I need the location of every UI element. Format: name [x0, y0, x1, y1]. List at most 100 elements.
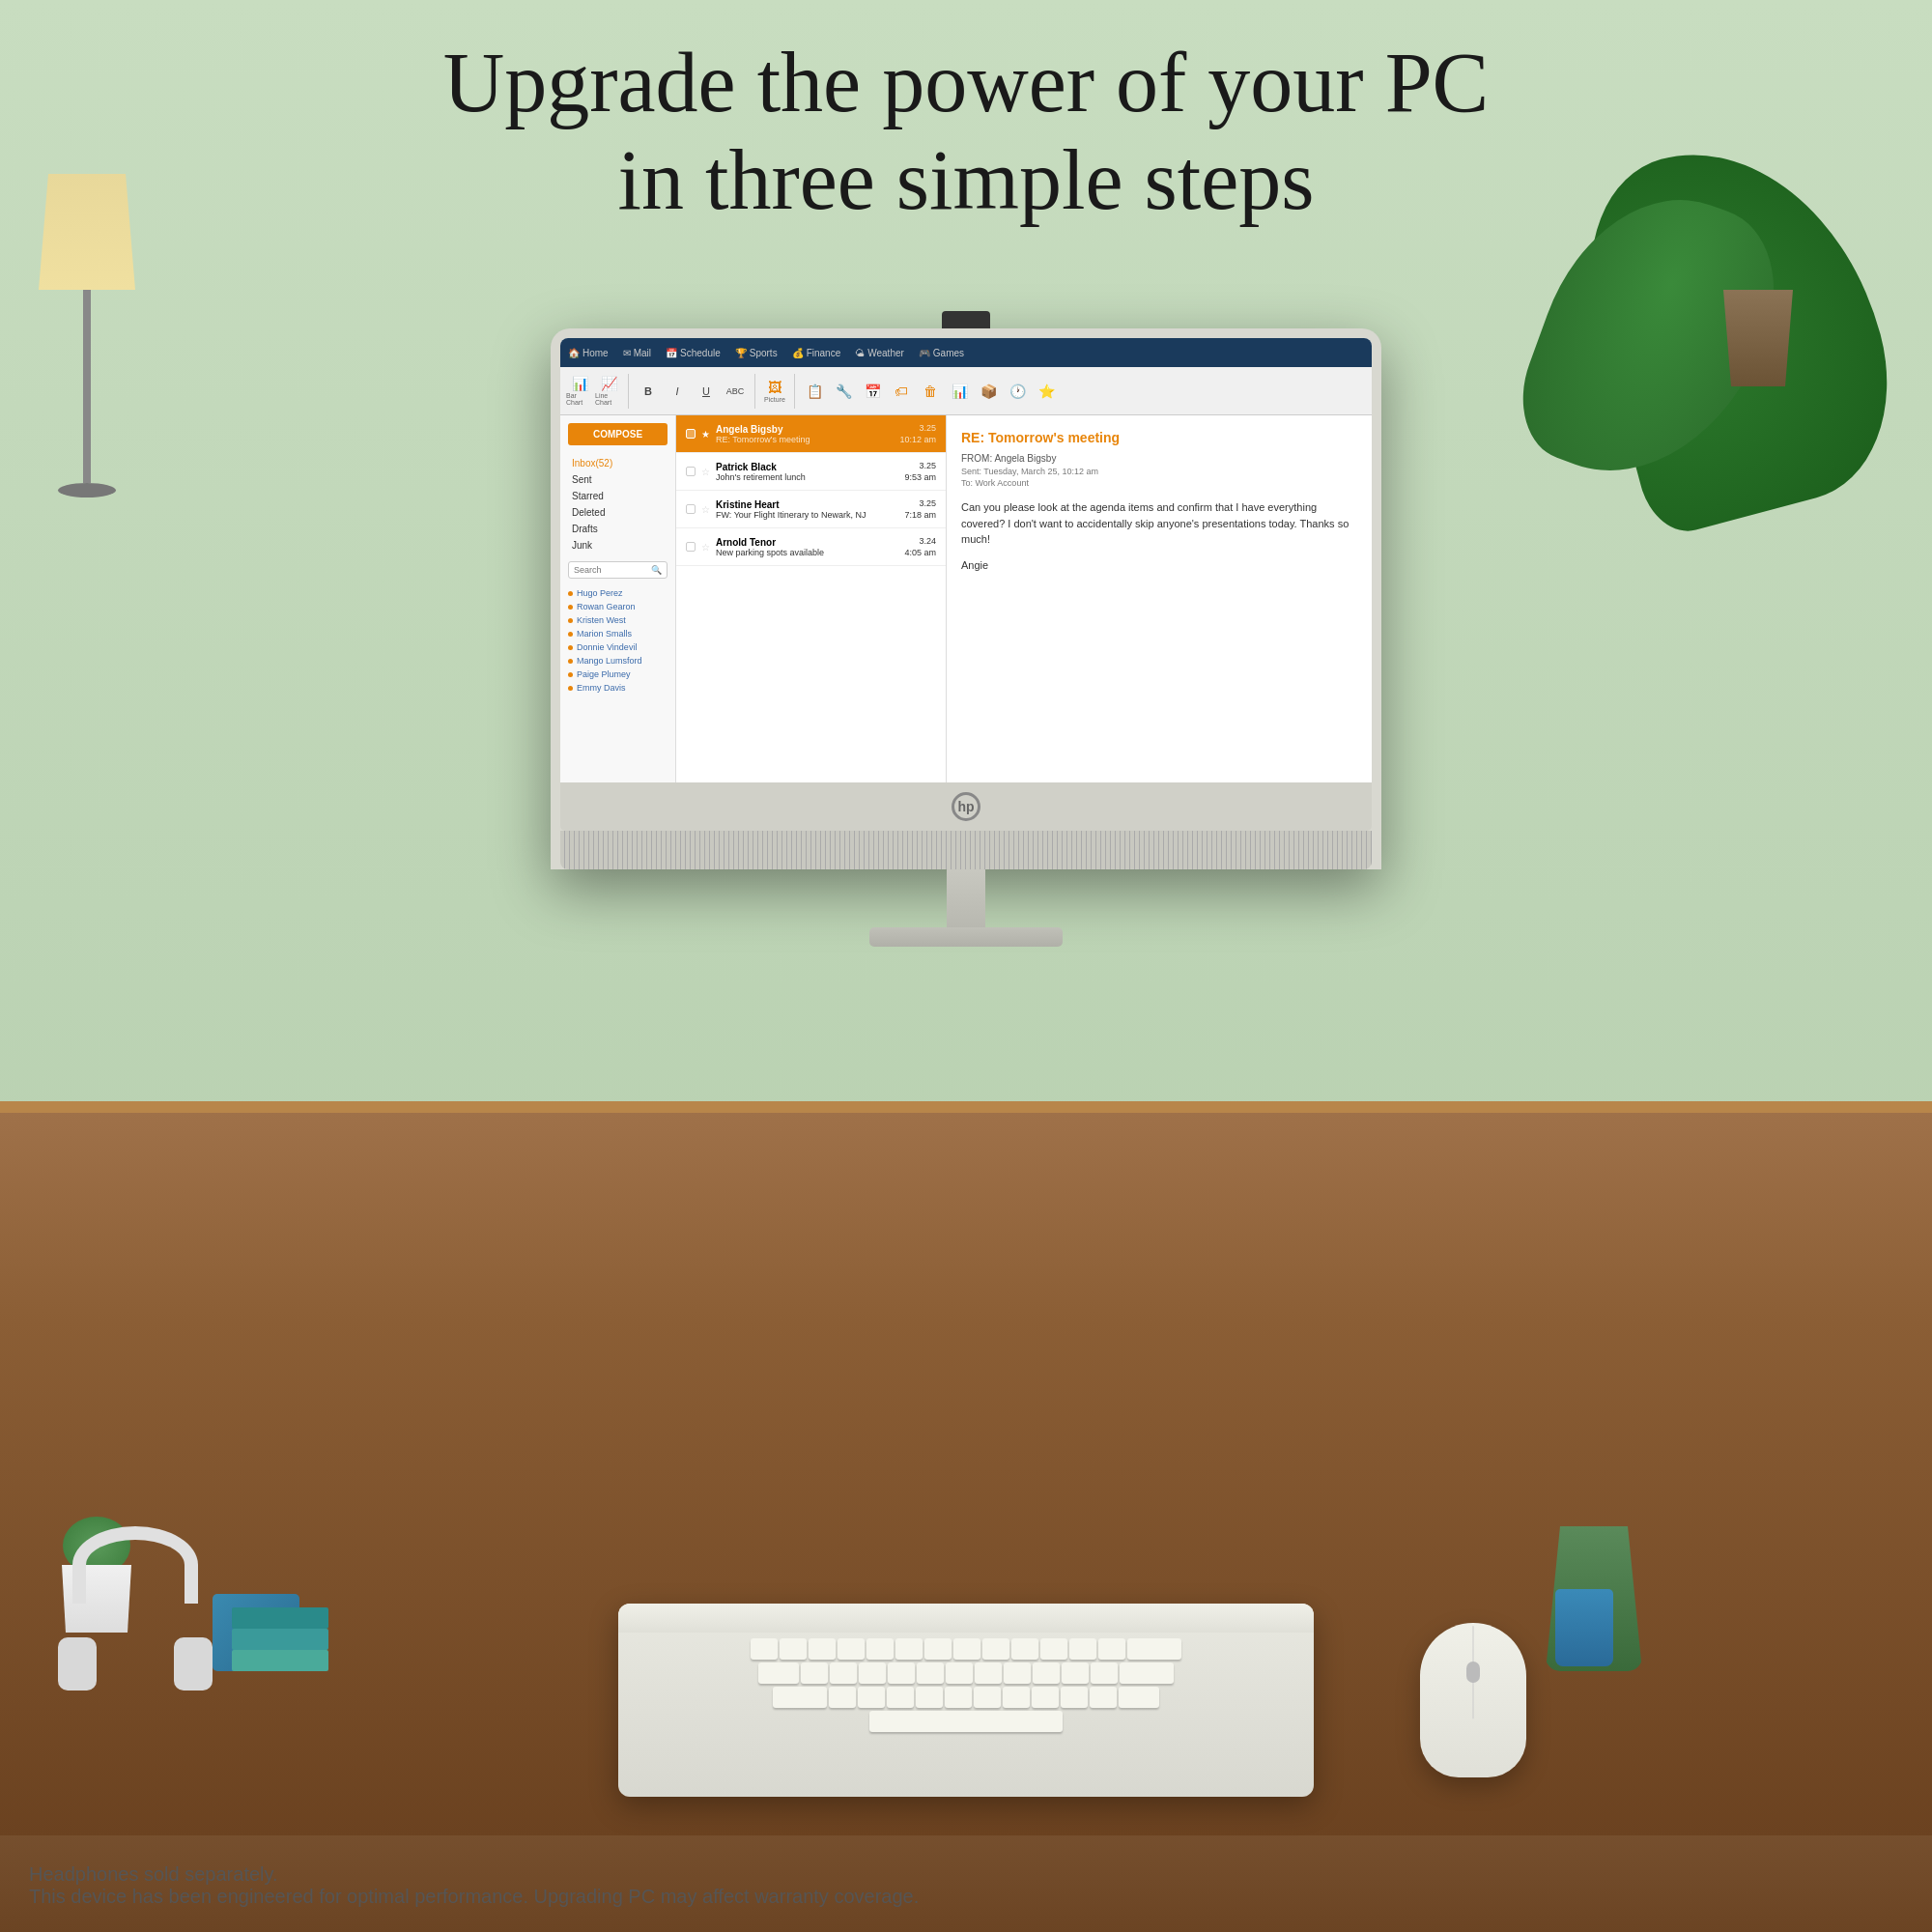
- nav-item-sports[interactable]: 🏆 Sports: [735, 348, 778, 358]
- key[interactable]: [809, 1638, 836, 1660]
- email-item-arnold[interactable]: ☆ Arnold Tenor New parking spots availab…: [676, 528, 946, 566]
- email-checkbox-angela[interactable]: [686, 429, 696, 439]
- contact-donnie-vindevil[interactable]: Donnie Vindevil: [568, 640, 668, 654]
- key[interactable]: [974, 1687, 1001, 1708]
- sidebar-item-junk[interactable]: Junk: [560, 537, 675, 554]
- nav-item-finance[interactable]: 💰 Finance: [792, 348, 841, 358]
- heading-line2: in three simple steps: [0, 131, 1932, 229]
- sidebar-item-sent[interactable]: Sent: [560, 471, 675, 488]
- key[interactable]: [924, 1638, 952, 1660]
- toolbar-clipboard-btn[interactable]: 📋: [801, 374, 828, 409]
- contact-marion-smalls[interactable]: Marion Smalls: [568, 627, 668, 640]
- toolbar-calendar-btn[interactable]: 📅: [859, 374, 886, 409]
- key[interactable]: [916, 1687, 943, 1708]
- email-subject-angela: RE: Tomorrow's meeting: [716, 435, 894, 444]
- toolbar-tag-btn[interactable]: 🏷: [888, 374, 915, 409]
- key-backspace[interactable]: [1127, 1638, 1181, 1660]
- key[interactable]: [858, 1687, 885, 1708]
- email-sender-patrick: Patrick Black: [716, 462, 898, 472]
- toolbar-box-btn[interactable]: 📦: [975, 374, 1002, 409]
- contact-rowan-gearon[interactable]: Rowan Gearon: [568, 600, 668, 613]
- toolbar-picture-group: 🖼 Picture: [761, 374, 795, 409]
- key[interactable]: [780, 1638, 807, 1660]
- key[interactable]: [1098, 1638, 1125, 1660]
- toolbar-settings-btn[interactable]: 🔧: [830, 374, 857, 409]
- email-date-angela: 3.25: [919, 423, 936, 433]
- toolbar-line-chart-btn[interactable]: 📈 Line Chart: [595, 374, 622, 409]
- sidebar-item-starred[interactable]: Starred: [560, 488, 675, 504]
- key[interactable]: [888, 1662, 915, 1684]
- key[interactable]: [917, 1662, 944, 1684]
- email-item-angela[interactable]: ★ Angela Bigsby RE: Tomorrow's meeting 3…: [676, 415, 946, 453]
- key[interactable]: [838, 1638, 865, 1660]
- toolbar-star-btn[interactable]: ⭐: [1033, 374, 1060, 409]
- email-item-kristine[interactable]: ☆ Kristine Heart FW: Your Flight Itinera…: [676, 491, 946, 528]
- contact-hugo-perez[interactable]: Hugo Perez: [568, 586, 668, 600]
- key[interactable]: [946, 1662, 973, 1684]
- contact-kristen-west[interactable]: Kristen West: [568, 613, 668, 627]
- key[interactable]: [1062, 1662, 1089, 1684]
- key[interactable]: [887, 1687, 914, 1708]
- email-checkbox-patrick[interactable]: [686, 467, 696, 476]
- sidebar-item-drafts[interactable]: Drafts: [560, 521, 675, 537]
- email-checkbox-arnold[interactable]: [686, 542, 696, 552]
- toolbar-abc-btn[interactable]: ABC: [722, 374, 749, 409]
- key[interactable]: [1069, 1638, 1096, 1660]
- nav-item-games[interactable]: 🎮 Games: [919, 348, 964, 358]
- underline-icon: U: [702, 385, 710, 397]
- key[interactable]: [751, 1638, 778, 1660]
- key-space[interactable]: [869, 1711, 1063, 1732]
- key[interactable]: [830, 1662, 857, 1684]
- key[interactable]: [1011, 1638, 1038, 1660]
- key[interactable]: [801, 1662, 828, 1684]
- compose-button[interactable]: COMPOSE: [568, 423, 668, 445]
- key[interactable]: [1091, 1662, 1118, 1684]
- email-date-kristine: 3.25: [919, 498, 936, 508]
- contact-mango-lumsford[interactable]: Mango Lumsford: [568, 654, 668, 668]
- key[interactable]: [867, 1638, 894, 1660]
- key-tab[interactable]: [758, 1662, 799, 1684]
- search-bar[interactable]: 🔍: [568, 561, 668, 579]
- contact-emmy-davis[interactable]: Emmy Davis: [568, 681, 668, 695]
- nav-item-mail[interactable]: ✉ Mail: [623, 348, 651, 358]
- toolbar-clock-btn[interactable]: 🕐: [1004, 374, 1031, 409]
- toolbar-bold-btn[interactable]: B: [635, 374, 662, 409]
- toolbar-chart2-btn[interactable]: 📊: [946, 374, 973, 409]
- mouse[interactable]: [1420, 1623, 1526, 1777]
- contact-paige-plumey[interactable]: Paige Plumey: [568, 668, 668, 681]
- toolbar-underline-btn[interactable]: U: [693, 374, 720, 409]
- key-caps[interactable]: [773, 1687, 827, 1708]
- mouse-scroll-wheel[interactable]: [1466, 1662, 1480, 1683]
- toolbar-action-group: 📋 🔧 📅 🏷 🗑: [801, 374, 1065, 409]
- toolbar-delete-btn[interactable]: 🗑: [917, 374, 944, 409]
- nav-item-home[interactable]: 🏠 Home: [568, 348, 609, 358]
- keyboard: [618, 1604, 1314, 1797]
- toolbar-bar-chart-btn[interactable]: 📊 Bar Chart: [566, 374, 593, 409]
- toolbar-picture-btn[interactable]: 🖼 Picture: [761, 374, 788, 409]
- key[interactable]: [895, 1638, 923, 1660]
- key[interactable]: [1004, 1662, 1031, 1684]
- key-enter2[interactable]: [1119, 1687, 1159, 1708]
- key[interactable]: [1090, 1687, 1117, 1708]
- key-enter[interactable]: [1120, 1662, 1174, 1684]
- sidebar-item-inbox[interactable]: Inbox(52): [560, 455, 675, 471]
- key[interactable]: [945, 1687, 972, 1708]
- key[interactable]: [975, 1662, 1002, 1684]
- email-checkbox-kristine[interactable]: [686, 504, 696, 514]
- key[interactable]: [953, 1638, 980, 1660]
- email-item-patrick[interactable]: ☆ Patrick Black John's retirement lunch …: [676, 453, 946, 491]
- key[interactable]: [829, 1687, 856, 1708]
- key[interactable]: [1040, 1638, 1067, 1660]
- toolbar-italic-btn[interactable]: I: [664, 374, 691, 409]
- search-input[interactable]: [574, 565, 651, 575]
- key[interactable]: [859, 1662, 886, 1684]
- nav-item-weather[interactable]: 🌤 Weather: [855, 348, 904, 358]
- key[interactable]: [1003, 1687, 1030, 1708]
- key[interactable]: [982, 1638, 1009, 1660]
- sidebar-item-deleted[interactable]: Deleted: [560, 504, 675, 521]
- box-icon: 📦: [980, 384, 997, 399]
- nav-item-schedule[interactable]: 📅 Schedule: [666, 348, 721, 358]
- key[interactable]: [1061, 1687, 1088, 1708]
- key[interactable]: [1033, 1662, 1060, 1684]
- key[interactable]: [1032, 1687, 1059, 1708]
